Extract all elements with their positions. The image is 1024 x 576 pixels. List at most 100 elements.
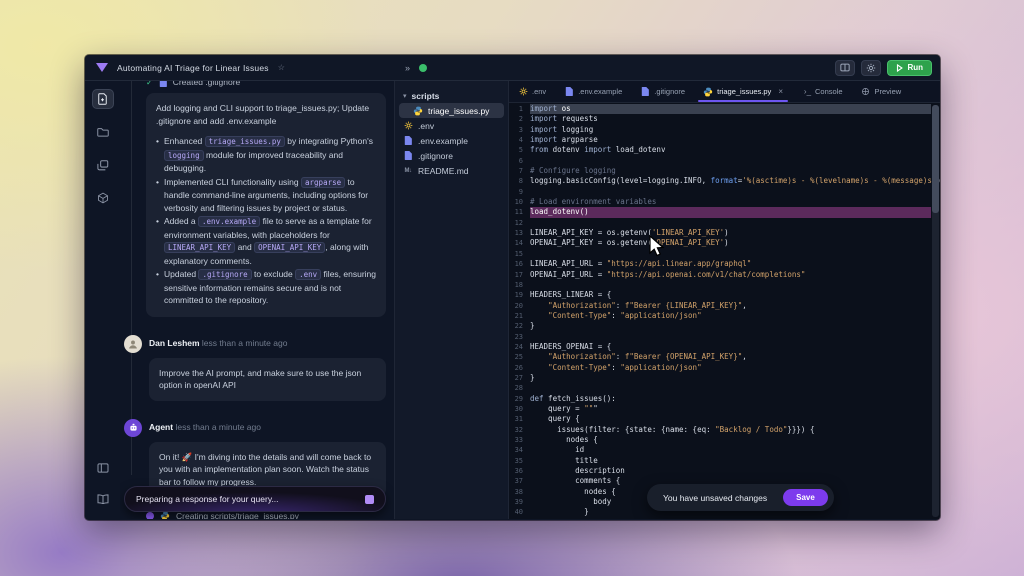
console-icon: ›_: [803, 87, 812, 96]
file-tree-item--env-example[interactable]: .env.example: [395, 133, 508, 148]
code-line-28[interactable]: 28: [509, 383, 931, 393]
code-line-31[interactable]: 31 query {: [509, 414, 931, 424]
line-content: query = """: [530, 403, 598, 413]
line-number: 23: [514, 332, 523, 341]
star-icon[interactable]: ☆: [278, 63, 285, 72]
inline-code-chip: LINEAR_API_KEY: [163, 242, 236, 253]
tab-triage-issues-py[interactable]: triage_issues.py ×: [694, 81, 792, 102]
settings-button[interactable]: [861, 59, 882, 76]
code-line-22[interactable]: 22}: [509, 321, 931, 331]
code-line-5[interactable]: 5 from dotenv import load_dotenv: [509, 145, 931, 155]
agent-chat-button[interactable]: [91, 89, 114, 109]
tab--env[interactable]: .env: [509, 81, 555, 102]
code-line-9[interactable]: 9: [509, 187, 931, 197]
scrollbar-thumb[interactable]: [932, 105, 939, 213]
code-line-29[interactable]: 29 def fetch_issues():: [509, 394, 931, 404]
toast-text: You have unsaved changes: [663, 492, 768, 503]
code-line-18[interactable]: 18: [509, 280, 931, 290]
line-number: 5: [518, 146, 523, 155]
line-number: 38: [514, 487, 523, 496]
packages-button[interactable]: [92, 188, 114, 208]
code-line-13[interactable]: 13 LINEAR_API_KEY = os.getenv('LINEAR_API…: [509, 228, 931, 238]
code-line-8[interactable]: 8 logging.basicConfig(level=logging.INFO,…: [509, 176, 940, 186]
close-tab-icon[interactable]: ×: [778, 87, 783, 96]
book-icon: [97, 494, 108, 504]
tab-preview[interactable]: Preview: [852, 81, 911, 102]
code-line-26[interactable]: 26 "Content-Type": "application/json": [509, 363, 931, 373]
line-content: nodes {: [530, 435, 598, 444]
code-line-7[interactable]: 7 # Configure logging: [509, 166, 931, 176]
code-line-2[interactable]: 2 import requests: [509, 114, 931, 124]
panel-icon: [97, 463, 108, 473]
code-line-32[interactable]: 32 issues(filter: {state: {name: {eq: "B…: [509, 425, 931, 435]
code-line-25[interactable]: 25 "Authorization": f"Bearer {OPENAI_API…: [509, 352, 931, 362]
line-number: 4: [518, 136, 523, 145]
env-gear-icon: [519, 87, 527, 96]
file-tree-item--gitignore[interactable]: .gitignore: [395, 148, 508, 163]
code-line-14[interactable]: 14 OPENAI_API_KEY = os.getenv('OPENAI_API…: [509, 238, 931, 248]
file-tree-item-readme-md[interactable]: M↓ README.md: [395, 163, 508, 178]
chevron-down-icon: ▾: [403, 92, 407, 100]
editor-scrollbar[interactable]: [932, 105, 939, 517]
inline-code-chip: OPENAI_API_KEY: [254, 242, 326, 253]
code-area[interactable]: 1 import os 2 import requests 3 import loggin…: [509, 103, 940, 519]
code-line-6[interactable]: 6: [509, 156, 931, 166]
code-line-34[interactable]: 34 id: [509, 445, 931, 455]
line-number: 35: [514, 456, 523, 465]
folder-row-scripts[interactable]: ▾ scripts: [395, 88, 508, 103]
code-line-36[interactable]: 36 description: [509, 466, 931, 476]
python-icon: [160, 511, 170, 519]
chat-scroll-area[interactable]: ✓ Created .gitignore Add logging and CLI…: [120, 81, 394, 519]
code-line-24[interactable]: 24 HEADERS_OPENAI = {: [509, 342, 931, 352]
stop-button[interactable]: [365, 494, 374, 504]
code-line-10[interactable]: 10 # Load environment variables: [509, 197, 931, 207]
agent-status-bar[interactable]: Preparing a response for your query...: [124, 486, 386, 512]
line-number: 7: [518, 167, 523, 176]
tab--env-example[interactable]: .env.example: [555, 81, 631, 102]
code-line-3[interactable]: 3 import logging: [509, 125, 931, 135]
files-button[interactable]: [92, 122, 114, 142]
code-line-11[interactable]: 11 load_dotenv(): [509, 207, 931, 218]
code-line-35[interactable]: 35 title: [509, 456, 931, 466]
line-number: 33: [514, 436, 523, 444]
line-content: LINEAR_API_KEY = os.getenv('LINEAR_API_K…: [530, 228, 729, 238]
line-content: [530, 156, 931, 166]
line-number: 1: [518, 105, 523, 113]
run-button[interactable]: Run: [887, 59, 932, 76]
panel-toggle-button[interactable]: [92, 458, 114, 478]
file-tree-item--env[interactable]: .env: [395, 118, 508, 133]
line-number: 16: [514, 260, 523, 269]
tab-console[interactable]: ›_ Console: [792, 81, 852, 102]
code-line-20[interactable]: 20 "Authorization": f"Bearer {LINEAR_API…: [509, 301, 931, 311]
code-line-30[interactable]: 30 query = """: [509, 404, 931, 414]
line-content: [530, 187, 931, 197]
layout-button[interactable]: [835, 59, 856, 76]
file-tree-item-triage-issues-py[interactable]: triage_issues.py: [399, 103, 504, 118]
collapse-chevrons-icon[interactable]: »: [405, 63, 410, 73]
line-content: # Load environment variables: [530, 197, 657, 207]
code-line-16[interactable]: 16 LINEAR_API_URL = "https://api.linear.a…: [509, 259, 931, 269]
code-line-12[interactable]: 12: [509, 218, 931, 228]
code-line-27[interactable]: 27}: [509, 373, 931, 383]
code-line-33[interactable]: 33 nodes {: [509, 435, 931, 445]
code-line-15[interactable]: 15: [509, 249, 931, 259]
tab--gitignore[interactable]: .gitignore: [631, 81, 694, 102]
code-line-4[interactable]: 4 import argparse: [509, 135, 931, 145]
layout-icon: [840, 63, 851, 72]
tab-label: .gitignore: [654, 87, 686, 96]
docs-button[interactable]: [92, 489, 114, 509]
code-line-19[interactable]: 19 HEADERS_LINEAR = {: [509, 290, 931, 300]
inline-code-chip: logging: [163, 149, 204, 161]
code-line-17[interactable]: 17 OPENAI_API_URL = "https://api.openai.c…: [509, 270, 931, 280]
editor-panel: .env .env.example .gitignore triage_issues.…: [509, 81, 940, 519]
bullet-text: Added a .env.example file to serve as a …: [163, 215, 376, 267]
app-logo-icon[interactable]: [96, 63, 108, 72]
user-avatar: [124, 334, 142, 353]
file-icon: [642, 87, 650, 96]
code-line-1[interactable]: 1 import os: [509, 104, 931, 115]
summary-bullet: • Implemented CLI functionality using arg…: [156, 176, 376, 215]
code-line-23[interactable]: 23: [509, 332, 931, 342]
code-line-21[interactable]: 21 "Content-Type": "application/json": [509, 311, 931, 321]
save-button[interactable]: Save: [783, 489, 828, 506]
multiplayer-button[interactable]: [92, 155, 114, 175]
